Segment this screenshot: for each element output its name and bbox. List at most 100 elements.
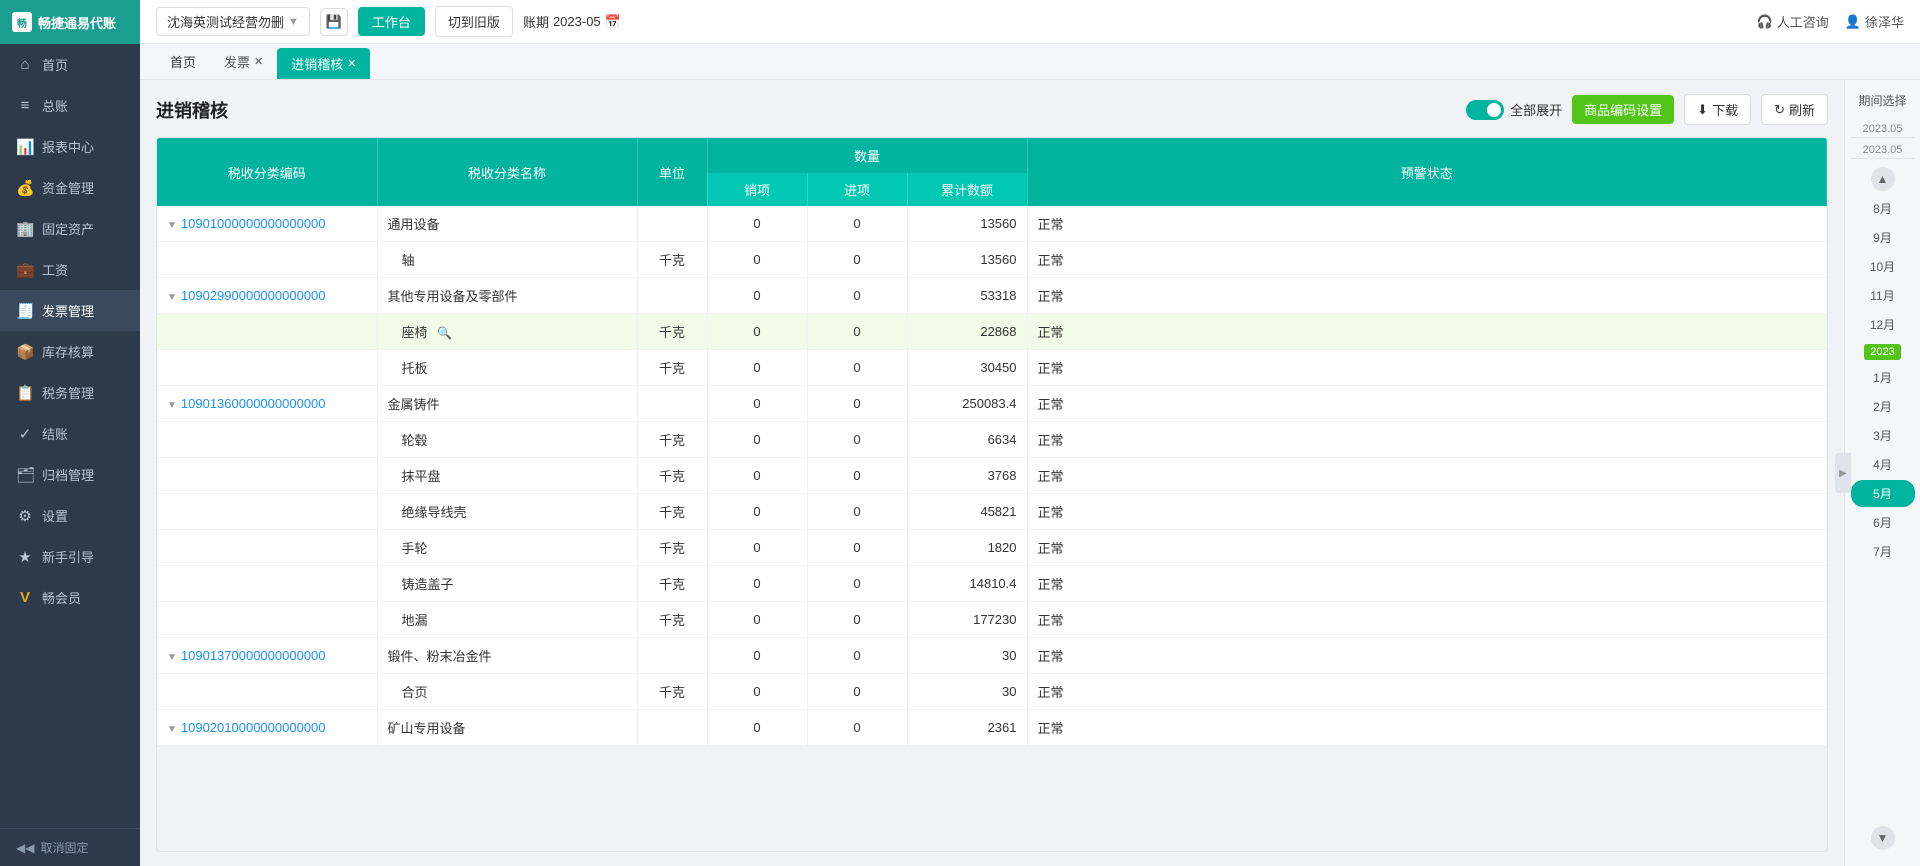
sidebar-item-reports[interactable]: 📊 报表中心 — [0, 126, 140, 167]
app-logo: 畅 畅捷通易代账 — [0, 0, 140, 44]
cell-sales: 0 — [707, 458, 807, 494]
panel-collapse-button[interactable]: ▶ — [1835, 453, 1851, 493]
switch-version-button[interactable]: 切到旧版 — [435, 6, 513, 37]
cell-status: 正常 — [1027, 566, 1827, 602]
cell-status: 正常 — [1027, 602, 1827, 638]
unpin-button[interactable]: ◀◀ 取消固定 — [0, 828, 140, 866]
period-9[interactable]: 9月 — [1851, 224, 1915, 251]
year-2023[interactable]: 2023 — [1864, 344, 1900, 360]
refresh-label: 刷新 — [1789, 100, 1815, 119]
archive-icon: 🗂 — [16, 466, 34, 484]
save-icon: 💾 — [326, 14, 342, 30]
tab-label: 进销稽核 — [291, 54, 343, 73]
product-code-button[interactable]: 商品编码设置 — [1572, 95, 1674, 124]
sidebar-item-assets[interactable]: 🏢 固定资产 — [0, 208, 140, 249]
sidebar-item-salary[interactable]: 💼 工资 — [0, 249, 140, 290]
tab-label: 发票 — [224, 52, 250, 71]
sidebar-item-guide[interactable]: ★ 新手引导 — [0, 536, 140, 577]
cell-status: 正常 — [1027, 494, 1827, 530]
toggle-switch[interactable] — [1466, 100, 1504, 120]
scroll-up-button[interactable]: ▲ — [1871, 167, 1895, 191]
period-7[interactable]: 7月 — [1851, 538, 1915, 565]
expand-icon[interactable]: ▼ — [167, 292, 177, 303]
cell-sales: 0 — [707, 566, 807, 602]
workbench-button[interactable]: 工作台 — [358, 7, 425, 36]
dropdown-arrow-icon: ▼ — [288, 16, 299, 28]
refresh-button[interactable]: ↻ 刷新 — [1761, 94, 1828, 125]
period-8[interactable]: 8月 — [1851, 195, 1915, 222]
th-status: 预警状态 — [1027, 138, 1827, 206]
sidebar-item-ledger[interactable]: ≡ 总账 — [0, 85, 140, 126]
cell-tax-code — [157, 602, 377, 638]
cell-sales: 0 — [707, 242, 807, 278]
table-row: 座椅 🔍千克0022868正常 — [157, 314, 1827, 350]
tab-home[interactable]: 首页 — [156, 46, 210, 79]
period-10[interactable]: 10月 — [1851, 253, 1915, 280]
sidebar-item-tax[interactable]: 📋 税务管理 — [0, 372, 140, 413]
sidebar-item-label: 税务管理 — [42, 383, 94, 402]
toolbar-right: 全部展开 商品编码设置 ⬇ 下载 ↻ 刷新 — [1466, 94, 1828, 125]
close-accounts-icon: ✓ — [16, 425, 34, 443]
cell-purchase: 0 — [807, 530, 907, 566]
cell-tax-name: 地漏 — [377, 602, 637, 638]
expand-icon[interactable]: ▼ — [167, 652, 177, 663]
cell-unit: 千克 — [637, 566, 707, 602]
save-button[interactable]: 💾 — [320, 8, 348, 36]
period-12[interactable]: 12月 — [1851, 311, 1915, 338]
period-5[interactable]: 5月 — [1851, 480, 1915, 507]
cell-tax-name: 抹平盘 — [377, 458, 637, 494]
period-6[interactable]: 6月 — [1851, 509, 1915, 536]
sidebar-item-inventory[interactable]: 📦 库存核算 — [0, 331, 140, 372]
download-icon: ⬇ — [1697, 102, 1708, 118]
cell-purchase: 0 — [807, 602, 907, 638]
expand-icon[interactable]: ▼ — [167, 400, 177, 411]
sidebar-item-settings[interactable]: ⚙ 设置 — [0, 495, 140, 536]
th-unit: 单位 — [637, 138, 707, 206]
cell-total: 6634 — [907, 422, 1027, 458]
expand-all-toggle[interactable]: 全部展开 — [1466, 100, 1562, 120]
cell-total: 14810.4 — [907, 566, 1027, 602]
tab-reconcile[interactable]: 进销稽核 ✕ — [277, 48, 370, 79]
cell-tax-name: 通用设备 — [377, 206, 637, 242]
support-button[interactable]: 🎧 人工咨询 — [1757, 12, 1829, 31]
sidebar-item-invoice[interactable]: 🧾 发票管理 — [0, 290, 140, 331]
period-header-1: 2023.05 — [1851, 121, 1915, 138]
user-menu[interactable]: 👤 徐泽华 — [1845, 12, 1904, 31]
sidebar-item-label: 结账 — [42, 424, 68, 443]
period-3[interactable]: 3月 — [1851, 422, 1915, 449]
sidebar-item-close[interactable]: ✓ 结账 — [0, 413, 140, 454]
cell-status: 正常 — [1027, 386, 1827, 422]
topbar: 沈海英测试经营勿删 ▼ 💾 工作台 切到旧版 账期 2023-05 📅 🎧 人工… — [140, 0, 1920, 44]
expand-icon[interactable]: ▼ — [167, 724, 177, 735]
period-11[interactable]: 11月 — [1851, 282, 1915, 309]
download-button[interactable]: ⬇ 下载 — [1684, 94, 1751, 125]
calendar-icon[interactable]: 📅 — [605, 14, 621, 30]
company-selector[interactable]: 沈海英测试经营勿删 ▼ — [156, 7, 310, 36]
period-1[interactable]: 1月 — [1851, 364, 1915, 391]
cell-sales: 0 — [707, 206, 807, 242]
cell-tax-code — [157, 566, 377, 602]
scroll-down-button[interactable]: ▼ — [1871, 826, 1895, 850]
table-row: 绝缘导线壳千克0045821正常 — [157, 494, 1827, 530]
cell-tax-name: 绝缘导线壳 — [377, 494, 637, 530]
cell-purchase: 0 — [807, 422, 907, 458]
table-row: ▼10901370000000000000锻件、粉末冶金件0030正常 — [157, 638, 1827, 674]
sidebar-item-home[interactable]: ⌂ 首页 — [0, 44, 140, 85]
sidebar-item-finance[interactable]: 💰 资金管理 — [0, 167, 140, 208]
cell-sales: 0 — [707, 386, 807, 422]
unpin-label: 取消固定 — [40, 839, 88, 856]
tab-invoice[interactable]: 发票 ✕ — [210, 46, 277, 79]
sidebar-item-label: 库存核算 — [42, 342, 94, 361]
cell-total: 3768 — [907, 458, 1027, 494]
tab-close-icon[interactable]: ✕ — [254, 55, 263, 68]
period-4[interactable]: 4月 — [1851, 451, 1915, 478]
sidebar-item-member[interactable]: V 畅会员 — [0, 577, 140, 618]
tab-close-icon[interactable]: ✕ — [347, 57, 356, 70]
expand-icon[interactable]: ▼ — [167, 220, 177, 231]
period-2[interactable]: 2月 — [1851, 393, 1915, 420]
sidebar-item-archive[interactable]: 🗂 归档管理 — [0, 454, 140, 495]
cell-tax-code — [157, 242, 377, 278]
support-label: 人工咨询 — [1777, 12, 1829, 31]
search-icon[interactable]: 🔍 — [437, 326, 452, 340]
sidebar-item-label: 归档管理 — [42, 465, 94, 484]
